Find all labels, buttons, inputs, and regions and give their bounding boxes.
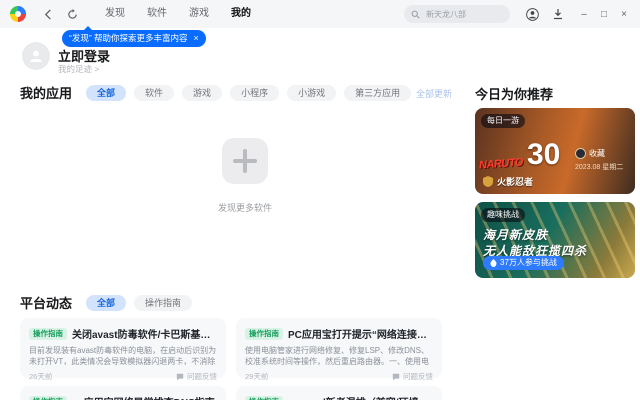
nav-tab-mine[interactable]: 我的 — [220, 0, 262, 28]
feed-card-body: 使用电脑管家进行网络修复、修复LSP、修改DNS、校准系统时间等操作，然后重启路… — [245, 346, 430, 366]
refresh-button[interactable] — [62, 4, 82, 24]
daily-day-number: 30 — [527, 138, 561, 171]
daily-game-name: 火影忍者 — [497, 177, 534, 187]
challenge-viewers-text: 37万人参与挑战 — [500, 258, 557, 267]
tooltip-text: “发现” 帮助你探索更多丰富内容 — [69, 33, 188, 43]
myapps-title: 我的应用 — [20, 86, 73, 101]
feed-card-time: 26天前 — [29, 372, 53, 381]
myapps-tab-miniprogram[interactable]: 小程序 — [230, 84, 280, 101]
add-software-button[interactable] — [222, 138, 268, 184]
feed-tab-all[interactable]: 全部 — [86, 294, 127, 311]
add-software-caption: 发现更多软件 — [217, 203, 272, 213]
nav-tab-discover[interactable]: 发现 — [94, 0, 136, 28]
search-input[interactable] — [424, 8, 498, 20]
feed-card-title: 关闭avast防毒软件/卡巴斯基减少卡顿现象 — [72, 330, 217, 341]
main-nav: 发现 软件 游戏 我的 — [94, 0, 262, 28]
myapps-tab-thirdparty[interactable]: 第三方应用 — [344, 84, 412, 101]
feed-card-source: 问题反馈 — [187, 372, 217, 381]
challenge-line1: 海月新皮肤 — [483, 228, 549, 242]
close-button[interactable]: × — [614, 9, 634, 20]
nav-tab-software[interactable]: 软件 — [136, 0, 178, 28]
challenge-viewers-pill: 37万人参与挑战 — [483, 256, 564, 270]
feed-card-tag: 操作指南 — [29, 327, 67, 340]
feed-tab-guide[interactable]: 操作指南 — [134, 294, 193, 311]
footprint-link[interactable]: 我的足迹 > — [58, 63, 99, 75]
feed-card-source: 问题反馈 — [403, 372, 433, 381]
avatar-placeholder-icon — [30, 50, 42, 62]
download-icon — [554, 9, 562, 20]
naruto-logo: NARUTO — [478, 156, 524, 172]
user-avatar-icon — [525, 7, 539, 21]
feed-card-title: PC应用宝打开提示“网络连接错误” — [288, 330, 433, 341]
title-bar: 发现 软件 游戏 我的 – □ × — [0, 0, 640, 28]
daily-tag: 收藏 — [589, 149, 605, 158]
myapps-tab-games[interactable]: 游戏 — [182, 84, 223, 101]
feed-card-title: openssl新老混排（兼容/环境）问题，兄弟们才可预… — [288, 394, 433, 400]
back-button[interactable] — [38, 4, 58, 24]
refresh-icon — [67, 8, 77, 19]
game-shield-icon — [483, 176, 493, 187]
app-window: 发现 软件 游戏 我的 – □ × “发现” 帮助你探索更多丰富内容 × 立即登… — [0, 0, 640, 400]
maximize-button[interactable]: □ — [594, 9, 614, 20]
myapps-header: 我的应用 全部 软件 游戏 小程序 小游戏 第三方应用 — [20, 83, 419, 102]
app-logo-icon — [10, 6, 26, 22]
feed-card-title: pc应用宝网络异常排查DNS指南 — [72, 394, 215, 400]
challenge-badge: 趣味挑战 — [481, 208, 525, 222]
feed-header: 平台动态 全部 操作指南 — [20, 293, 200, 312]
daily-game-card[interactable]: 每日一游 NARUTO 30 收藏 2023.08 星期二 火影忍者 — [475, 108, 635, 194]
myapps-tab-minigames[interactable]: 小游戏 — [287, 84, 337, 101]
update-all-link[interactable]: 全部更新 — [416, 87, 452, 100]
daily-game-badge: 每日一游 — [481, 114, 525, 128]
myapps-tab-software[interactable]: 软件 — [134, 84, 175, 101]
avatar[interactable] — [22, 42, 50, 70]
feed-card-tag: 操作指南 — [245, 395, 283, 400]
back-arrow-icon — [44, 8, 51, 20]
feed-card-dns-guide[interactable]: 操作指南 pc应用宝网络异常排查DNS指南 — [20, 386, 226, 400]
feed-card-openssl[interactable]: 操作指南 openssl新老混排（兼容/环境）问题，兄弟们才可预… — [236, 386, 442, 400]
challenge-card[interactable]: 趣味挑战 海月新皮肤 无人能敌狂揽四杀 37万人参与挑战 — [475, 202, 635, 278]
daily-date: 2023.08 星期二 — [575, 164, 624, 171]
feed-card-network-error[interactable]: 操作指南 PC应用宝打开提示“网络连接错误” 使用电脑管家进行网络修复、修复LS… — [236, 318, 442, 381]
feedback-bubble-icon — [392, 373, 400, 380]
myapps-tab-all[interactable]: 全部 — [86, 84, 127, 101]
feed-card-tag: 操作指南 — [245, 327, 283, 340]
titlebar-actions: – □ × — [522, 4, 634, 24]
flame-icon — [490, 259, 497, 267]
tooltip-close-icon[interactable]: × — [194, 30, 199, 47]
feed-card-body: 目前发现装有avast防毒软件的电脑，在启动后识别为未打开VT，此类情况会导致模… — [29, 346, 217, 366]
feed-card-avast[interactable]: 操作指南 关闭avast防毒软件/卡巴斯基减少卡顿现象 目前发现装有avast防… — [20, 318, 226, 381]
emblem-icon — [575, 148, 586, 159]
daily-game-name-row: 火影忍者 — [483, 175, 533, 188]
feed-title: 平台动态 — [20, 296, 73, 311]
minimize-button[interactable]: – — [574, 9, 594, 20]
daily-meta: 收藏 2023.08 星期二 — [575, 148, 623, 172]
nav-tab-games[interactable]: 游戏 — [178, 0, 220, 28]
feedback-bubble-icon — [176, 373, 184, 380]
feed-card-time: 29天前 — [245, 372, 269, 381]
search-box[interactable] — [404, 5, 510, 23]
search-icon — [411, 10, 420, 19]
feed-card-tag: 操作指南 — [29, 395, 67, 400]
recommend-title: 今日为你推荐 — [475, 87, 554, 102]
user-account-button[interactable] — [522, 4, 542, 24]
discover-tooltip: “发现” 帮助你探索更多丰富内容 × — [62, 26, 206, 47]
download-manager-button[interactable] — [548, 4, 568, 24]
